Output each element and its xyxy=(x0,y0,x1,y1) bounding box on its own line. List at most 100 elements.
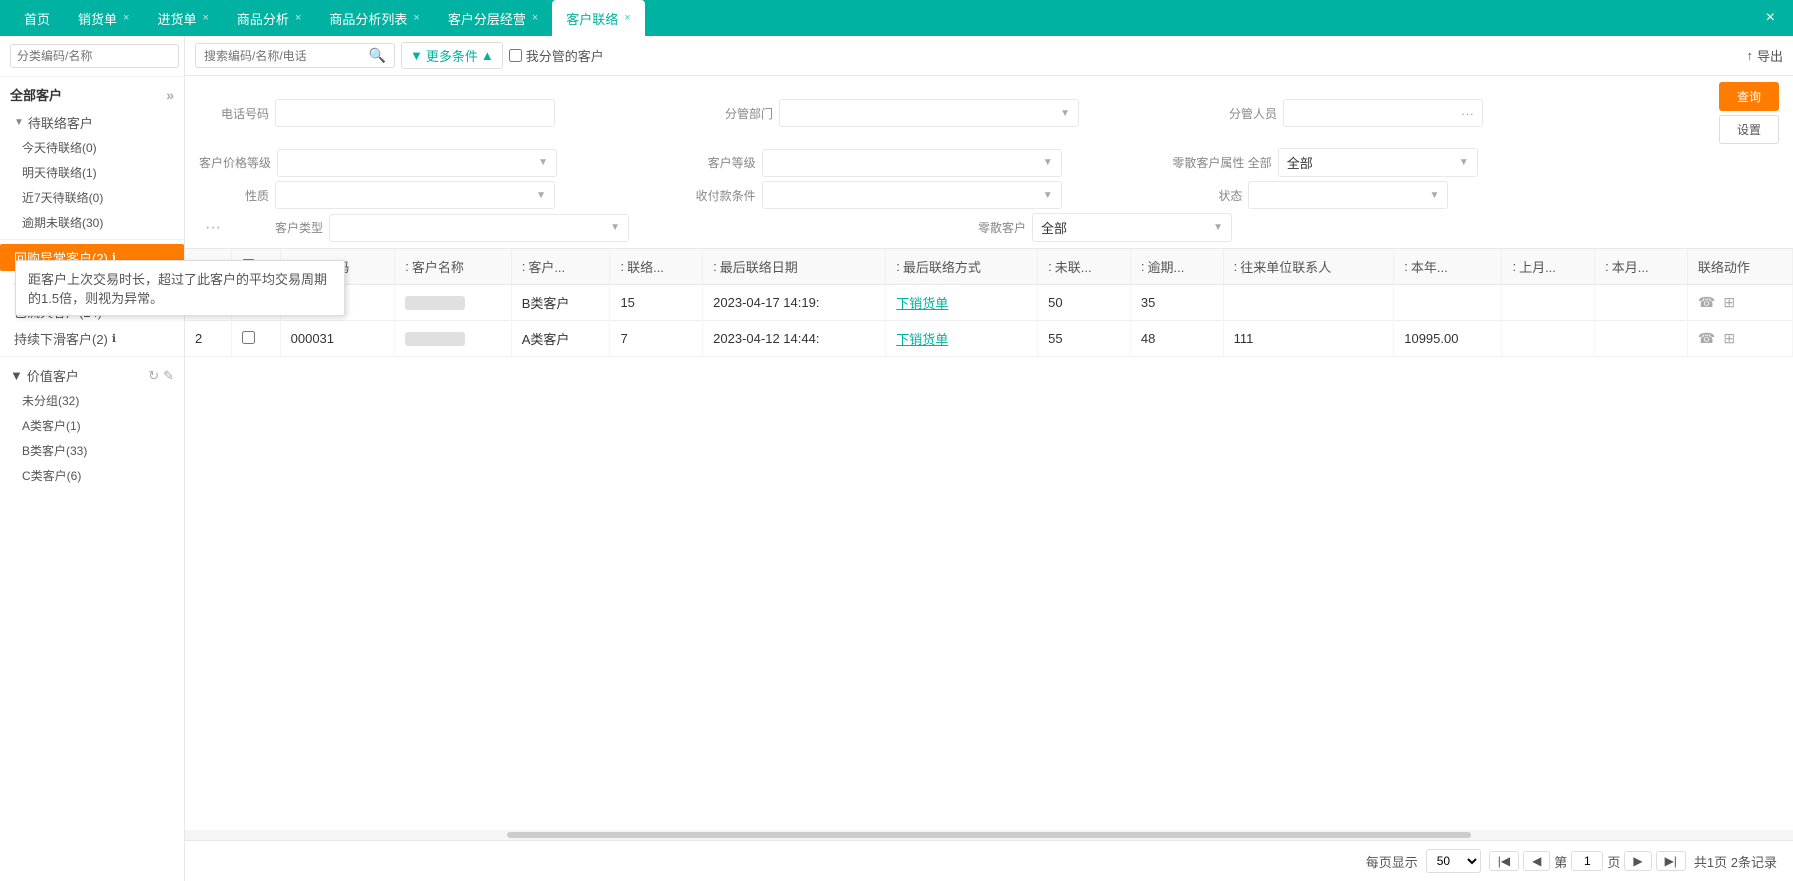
th-uncontacted[interactable]: :未联... xyxy=(1038,249,1131,285)
th-contact-count[interactable]: :联络... xyxy=(610,249,703,285)
cust-grade-select[interactable]: ▼ xyxy=(762,149,1062,177)
nav-label-home: 首页 xyxy=(24,9,50,28)
filter-field-cust-type: 客户类型 ▼ xyxy=(253,214,946,242)
nav-item-analysis-list[interactable]: 商品分析列表 × xyxy=(315,0,433,36)
nav-item-home[interactable]: 首页 xyxy=(10,0,64,36)
sidebar-item-today[interactable]: 今天待联络(0) xyxy=(0,135,184,160)
sidebar-search-wrap: 🔍 xyxy=(0,36,184,77)
main-layout: 🔍 全部客户 » ▼ 待联络客户 今天待联络(0) 明天待联络(1) 近7天待联… xyxy=(0,36,1793,881)
nav-label-analysis: 商品分析 xyxy=(237,9,289,28)
edit-icon[interactable]: ✎ xyxy=(163,368,174,384)
grid-action-icon-2[interactable]: ⊞ xyxy=(1723,330,1735,347)
td-last-month-2 xyxy=(1502,321,1595,357)
nav-item-contact[interactable]: 客户联络 × xyxy=(552,0,644,36)
next-page-btn[interactable]: ▶ xyxy=(1624,851,1651,871)
th-last-method[interactable]: :最后联络方式 xyxy=(886,249,1038,285)
settings-button[interactable]: 设置 xyxy=(1719,115,1779,144)
person-select[interactable]: ··· xyxy=(1283,99,1483,127)
first-page-btn[interactable]: |◀ xyxy=(1489,851,1519,871)
scatter-attr-select[interactable]: 全部 ▼ xyxy=(1278,148,1478,177)
sidebar-item-overdue[interactable]: 逾期未联络(30) xyxy=(0,210,184,235)
sidebar-item-c-class[interactable]: C类客户(6) xyxy=(0,463,184,488)
adv-filter-row-3: 性质 ▼ 收付款条件 ▼ 状态 xyxy=(199,181,1779,209)
nav-close-segment[interactable]: × xyxy=(532,12,538,24)
sidebar: 🔍 全部客户 » ▼ 待联络客户 今天待联络(0) 明天待联络(1) 近7天待联… xyxy=(0,36,185,881)
sidebar-item-declining[interactable]: 持续下滑客户(2) ℹ xyxy=(0,325,184,352)
horizontal-scrollbar[interactable] xyxy=(185,830,1793,840)
th-contact2[interactable]: :往来单位联系人 xyxy=(1223,249,1394,285)
th-last-date[interactable]: :最后联络日期 xyxy=(703,249,886,285)
td-cb-2 xyxy=(231,321,280,357)
sidebar-group-pending[interactable]: ▼ 待联络客户 xyxy=(0,108,184,135)
sidebar-item-tomorrow[interactable]: 明天待联络(1) xyxy=(0,160,184,185)
sidebar-collapse-btn[interactable]: » xyxy=(166,87,174,103)
search-icon[interactable]: 🔍 xyxy=(369,47,386,64)
row-checkbox-2[interactable] xyxy=(242,331,255,344)
last-page-btn[interactable]: ▶| xyxy=(1656,851,1686,871)
th-lmo-label: 上月... xyxy=(1519,257,1556,276)
search-input[interactable] xyxy=(204,49,369,63)
nav-close-sales[interactable]: × xyxy=(123,12,129,24)
nature-chev: ▼ xyxy=(536,190,546,201)
th-cc-label: 联络... xyxy=(627,257,664,276)
prev-page-btn[interactable]: ◀ xyxy=(1523,851,1550,871)
phone-action-icon-2[interactable]: ☎ xyxy=(1698,330,1715,347)
nav-label-analysis-list: 商品分析列表 xyxy=(329,9,407,28)
last-method-link-2[interactable]: 下销货单 xyxy=(896,332,948,347)
my-customer-checkbox[interactable] xyxy=(509,49,522,62)
th-overdue[interactable]: :逾期... xyxy=(1130,249,1223,285)
nav-item-purchase[interactable]: 进货单 × xyxy=(143,0,222,36)
th-last-month[interactable]: :上月... xyxy=(1502,249,1595,285)
phone-action-icon-1[interactable]: ☎ xyxy=(1698,294,1715,311)
page-unit: 页 xyxy=(1607,852,1620,871)
nav-close-analysis-list[interactable]: × xyxy=(413,12,419,24)
grid-action-icon-1[interactable]: ⊞ xyxy=(1723,294,1735,311)
th-c2-label: 往来单位联系人 xyxy=(1240,257,1331,276)
chevron-down-icon: ▲ xyxy=(481,48,494,63)
td-contact-2: 7 xyxy=(610,321,703,357)
refresh-icon[interactable]: ↻ xyxy=(148,368,159,384)
scatter-cust-select[interactable]: 全部 ▼ xyxy=(1032,213,1232,242)
th-this-year[interactable]: :本年... xyxy=(1394,249,1502,285)
nav-close-purchase[interactable]: × xyxy=(202,12,208,24)
last-method-link-1[interactable]: 下销货单 xyxy=(896,296,948,311)
adv-filter-row-4: ··· 客户类型 ▼ 零散客户 全部 ▼ xyxy=(199,213,1779,242)
nav-item-analysis[interactable]: 商品分析 × xyxy=(223,0,315,36)
sidebar-item-ungroups[interactable]: 未分组(32) xyxy=(0,388,184,413)
th-this-month[interactable]: :本月... xyxy=(1595,249,1688,285)
phone-input[interactable] xyxy=(275,99,555,127)
sidebar-item-b-class[interactable]: B类客户(33) xyxy=(0,438,184,463)
nav-close-analysis[interactable]: × xyxy=(295,12,301,24)
th-name[interactable]: :客户名称 xyxy=(395,249,512,285)
price-grade-select[interactable]: ▼ xyxy=(277,149,557,177)
dept-chev: ▼ xyxy=(1060,108,1070,119)
sidebar-search-input[interactable] xyxy=(10,44,179,68)
cust-type-select[interactable]: ▼ xyxy=(329,214,629,242)
per-page-select[interactable]: 50 20 100 xyxy=(1426,849,1481,873)
status-select[interactable]: ▼ xyxy=(1248,181,1448,209)
nav-item-segment[interactable]: 客户分层经营 × xyxy=(434,0,552,36)
td-last-method-2[interactable]: 下销货单 xyxy=(886,321,1038,357)
nature-select[interactable]: ▼ xyxy=(275,181,555,209)
all-customers-label: 全部客户 xyxy=(10,85,62,104)
sidebar-group-value[interactable]: ▼ 价值客户 ↻ ✎ xyxy=(0,361,184,388)
sidebar-item-a-class[interactable]: A类客户(1) xyxy=(0,413,184,438)
name-blurred-1 xyxy=(405,296,465,310)
tooltip-box: 距客户上次交易时长，超过了此客户的平均交易周期的1.5倍，则视为异常。 xyxy=(15,260,345,316)
export-btn[interactable]: ↑ 导出 xyxy=(1746,46,1783,65)
filter-field-price-grade: 客户价格等级 ▼ xyxy=(199,149,676,177)
nav-item-sales[interactable]: 销货单 × xyxy=(64,0,143,36)
td-last-method-1[interactable]: 下销货单 xyxy=(886,285,1038,321)
payment-select[interactable]: ▼ xyxy=(762,181,1062,209)
dept-select[interactable]: ▼ xyxy=(779,99,1079,127)
filter-field-payment: 收付款条件 ▼ xyxy=(686,181,1163,209)
nav-close-contact[interactable]: × xyxy=(624,12,630,24)
page-input[interactable] xyxy=(1571,851,1603,871)
window-close-button[interactable]: × xyxy=(1758,9,1783,27)
row4-dots[interactable]: ··· xyxy=(199,219,227,237)
th-type[interactable]: :客户... xyxy=(511,249,610,285)
query-button[interactable]: 查询 xyxy=(1719,82,1779,111)
scrollbar-thumb[interactable] xyxy=(507,832,1472,838)
more-conditions-btn[interactable]: ▼ 更多条件 ▲ xyxy=(401,42,503,69)
sidebar-item-7days[interactable]: 近7天待联络(0) xyxy=(0,185,184,210)
